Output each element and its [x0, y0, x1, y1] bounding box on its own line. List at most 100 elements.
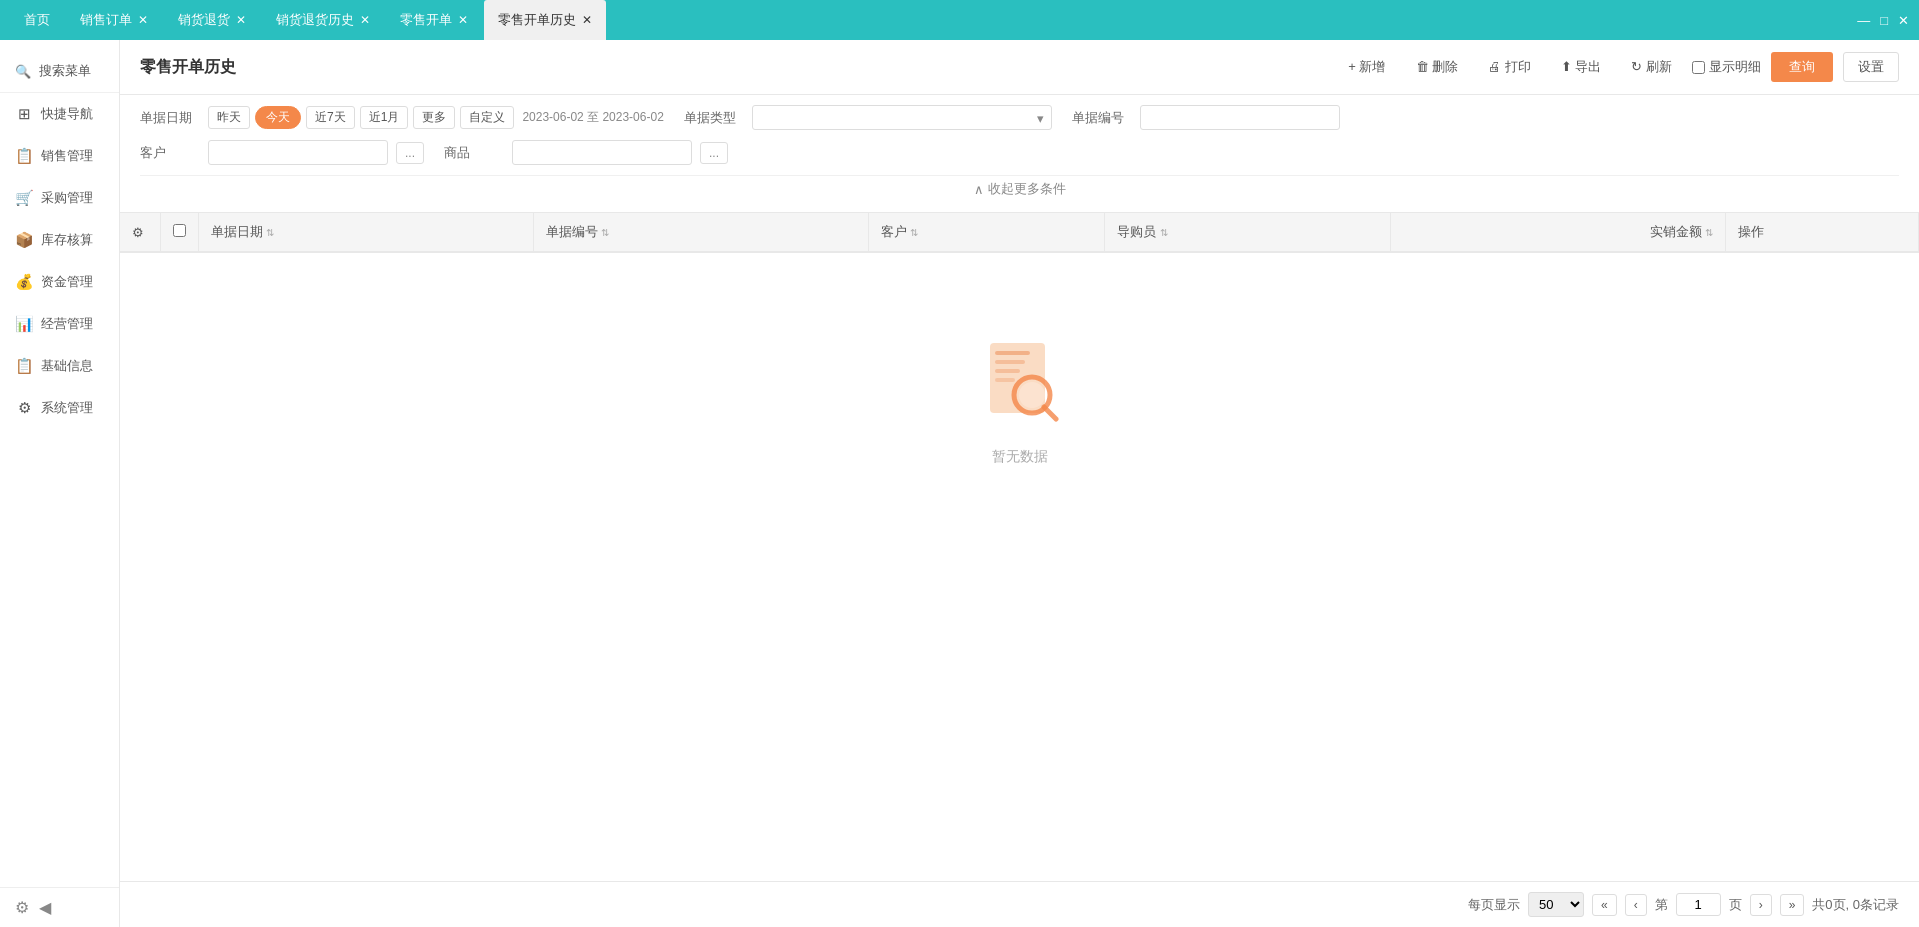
sidebar-search[interactable]: 🔍 搜索菜单	[0, 50, 119, 93]
next-page-button[interactable]: ›	[1750, 894, 1772, 916]
svg-point-6	[1019, 382, 1045, 408]
show-detail-label: 显示明细	[1709, 58, 1761, 76]
sidebar-label-quick-nav: 快捷导航	[41, 105, 93, 123]
sidebar-item-sales-mgmt[interactable]: 📋 销售管理	[0, 135, 119, 177]
tab-sales-return-history[interactable]: 销货退货历史✕	[262, 0, 384, 40]
th-settings: ⚙	[120, 213, 160, 252]
sidebar-label-operations: 经营管理	[41, 315, 93, 333]
print-button[interactable]: 🖨 打印	[1478, 53, 1541, 81]
sidebar-item-operations[interactable]: 📊 经营管理	[0, 303, 119, 345]
date-yesterday[interactable]: 昨天	[208, 106, 250, 129]
sidebar-search-label: 搜索菜单	[39, 62, 91, 80]
date-today[interactable]: 今天	[255, 106, 301, 129]
tab-label-retail-history: 零售开单历史	[498, 11, 576, 29]
maximize-button[interactable]: □	[1880, 13, 1888, 28]
tab-close-sales-return-history[interactable]: ✕	[360, 13, 370, 27]
type-filter: 单据类型	[684, 105, 1052, 130]
date-custom[interactable]: 自定义	[460, 106, 514, 129]
query-button[interactable]: 查询	[1771, 52, 1833, 82]
sidebar-icon-purchase-mgmt: 🛒	[15, 189, 33, 207]
th-customer-sort-icon[interactable]: ⇅	[910, 227, 918, 238]
tab-close-retail-history[interactable]: ✕	[582, 13, 592, 27]
th-number-sort-icon[interactable]: ⇅	[601, 227, 609, 238]
sidebar-icon-sys-mgmt: ⚙	[15, 399, 33, 417]
settings-gear-icon[interactable]: ⚙	[132, 225, 144, 240]
collapse-filter-label: 收起更多条件	[988, 180, 1066, 198]
sidebar-item-quick-nav[interactable]: ⊞ 快捷导航	[0, 93, 119, 135]
per-page-label: 每页显示	[1468, 896, 1520, 914]
tab-close-sales-order[interactable]: ✕	[138, 13, 148, 27]
th-salesperson-sort-icon[interactable]: ⇅	[1160, 227, 1168, 238]
collapse-filter-bar[interactable]: ∧ 收起更多条件	[140, 175, 1899, 202]
th-date-sort-icon[interactable]: ⇅	[266, 227, 274, 238]
number-input[interactable]	[1140, 105, 1340, 130]
settings-icon[interactable]: ⚙	[15, 898, 29, 917]
empty-illustration	[970, 333, 1070, 433]
minimize-button[interactable]: —	[1857, 13, 1870, 28]
customer-filter: 客户 ...	[140, 140, 424, 165]
refresh-button[interactable]: ↻ 刷新	[1621, 53, 1682, 81]
first-page-button[interactable]: «	[1592, 894, 1617, 916]
sidebar-item-finance[interactable]: 💰 资金管理	[0, 261, 119, 303]
tab-sales-return[interactable]: 销货退货✕	[164, 0, 260, 40]
th-checkbox	[160, 213, 198, 252]
date-7days[interactable]: 近7天	[306, 106, 355, 129]
page-size-select[interactable]: 20 50 100 200	[1528, 892, 1584, 917]
total-info: 共0页, 0条记录	[1812, 896, 1899, 914]
th-operation-label: 操作	[1738, 224, 1764, 239]
sidebar-icon-sales-mgmt: 📋	[15, 147, 33, 165]
th-amount: 实销金额 ⇅	[1391, 213, 1726, 252]
type-select[interactable]	[752, 105, 1052, 130]
goods-filter: 商品 ...	[444, 140, 728, 165]
page-header: 零售开单历史 + 新增 🗑 删除 🖨 打印 ⬆ 导出 ↻ 刷新 显示明细 查询 …	[120, 40, 1919, 95]
tab-home[interactable]: 首页	[10, 0, 64, 40]
export-button[interactable]: ⬆ 导出	[1551, 53, 1612, 81]
show-detail-checkbox[interactable]	[1692, 61, 1705, 74]
collapse-arrow-icon: ∧	[974, 182, 984, 197]
pagination: 每页显示 20 50 100 200 « ‹ 第 页 › » 共0页, 0条记录	[120, 881, 1919, 927]
add-button[interactable]: + 新增	[1338, 53, 1395, 81]
tab-close-retail-open[interactable]: ✕	[458, 13, 468, 27]
goods-browse-button[interactable]: ...	[700, 142, 728, 164]
sidebar-label-finance: 资金管理	[41, 273, 93, 291]
sidebar-item-sys-mgmt[interactable]: ⚙ 系统管理	[0, 387, 119, 429]
table-head: ⚙ 单据日期 ⇅ 单据编号 ⇅	[120, 213, 1919, 252]
customer-input[interactable]	[208, 140, 388, 165]
setting-button[interactable]: 设置	[1843, 52, 1899, 82]
sidebar-label-inventory: 库存核算	[41, 231, 93, 249]
sidebar-label-purchase-mgmt: 采购管理	[41, 189, 93, 207]
tab-sales-order[interactable]: 销售订单✕	[66, 0, 162, 40]
search-icon: 🔍	[15, 64, 31, 79]
collapse-sidebar-button[interactable]: ◀	[39, 898, 51, 917]
th-date-label: 单据日期	[211, 224, 263, 239]
prev-page-button[interactable]: ‹	[1625, 894, 1647, 916]
customer-browse-button[interactable]: ...	[396, 142, 424, 164]
customer-label: 客户	[140, 144, 200, 162]
delete-button[interactable]: 🗑 删除	[1406, 53, 1469, 81]
tab-retail-history[interactable]: 零售开单历史 ✕	[484, 0, 606, 40]
date-more[interactable]: 更多	[413, 106, 455, 129]
th-customer: 客户 ⇅	[868, 213, 1105, 252]
sidebar-item-basic-info[interactable]: 📋 基础信息	[0, 345, 119, 387]
select-all-checkbox[interactable]	[173, 224, 186, 237]
filter-area: 单据日期 昨天 今天 近7天 近1月 更多 自定义 2023-06-02 至 2…	[120, 95, 1919, 213]
svg-rect-3	[995, 369, 1020, 373]
show-detail-checkbox-wrapper[interactable]: 显示明细	[1692, 58, 1761, 76]
sidebar-icon-inventory: 📦	[15, 231, 33, 249]
tab-close-sales-return[interactable]: ✕	[236, 13, 246, 27]
goods-label: 商品	[444, 144, 504, 162]
th-amount-label: 实销金额	[1650, 224, 1702, 239]
date-1month[interactable]: 近1月	[360, 106, 409, 129]
type-label: 单据类型	[684, 109, 744, 127]
sidebar-item-inventory[interactable]: 📦 库存核算	[0, 219, 119, 261]
tab-retail-open[interactable]: 零售开单✕	[386, 0, 482, 40]
th-number-label: 单据编号	[546, 224, 598, 239]
sidebar-item-purchase-mgmt[interactable]: 🛒 采购管理	[0, 177, 119, 219]
close-window-button[interactable]: ✕	[1898, 13, 1909, 28]
type-select-wrapper	[752, 105, 1052, 130]
date-buttons: 昨天 今天 近7天 近1月 更多 自定义	[208, 106, 514, 129]
th-amount-sort-icon[interactable]: ⇅	[1705, 227, 1713, 238]
last-page-button[interactable]: »	[1780, 894, 1805, 916]
page-number-input[interactable]	[1676, 893, 1721, 916]
goods-input[interactable]	[512, 140, 692, 165]
